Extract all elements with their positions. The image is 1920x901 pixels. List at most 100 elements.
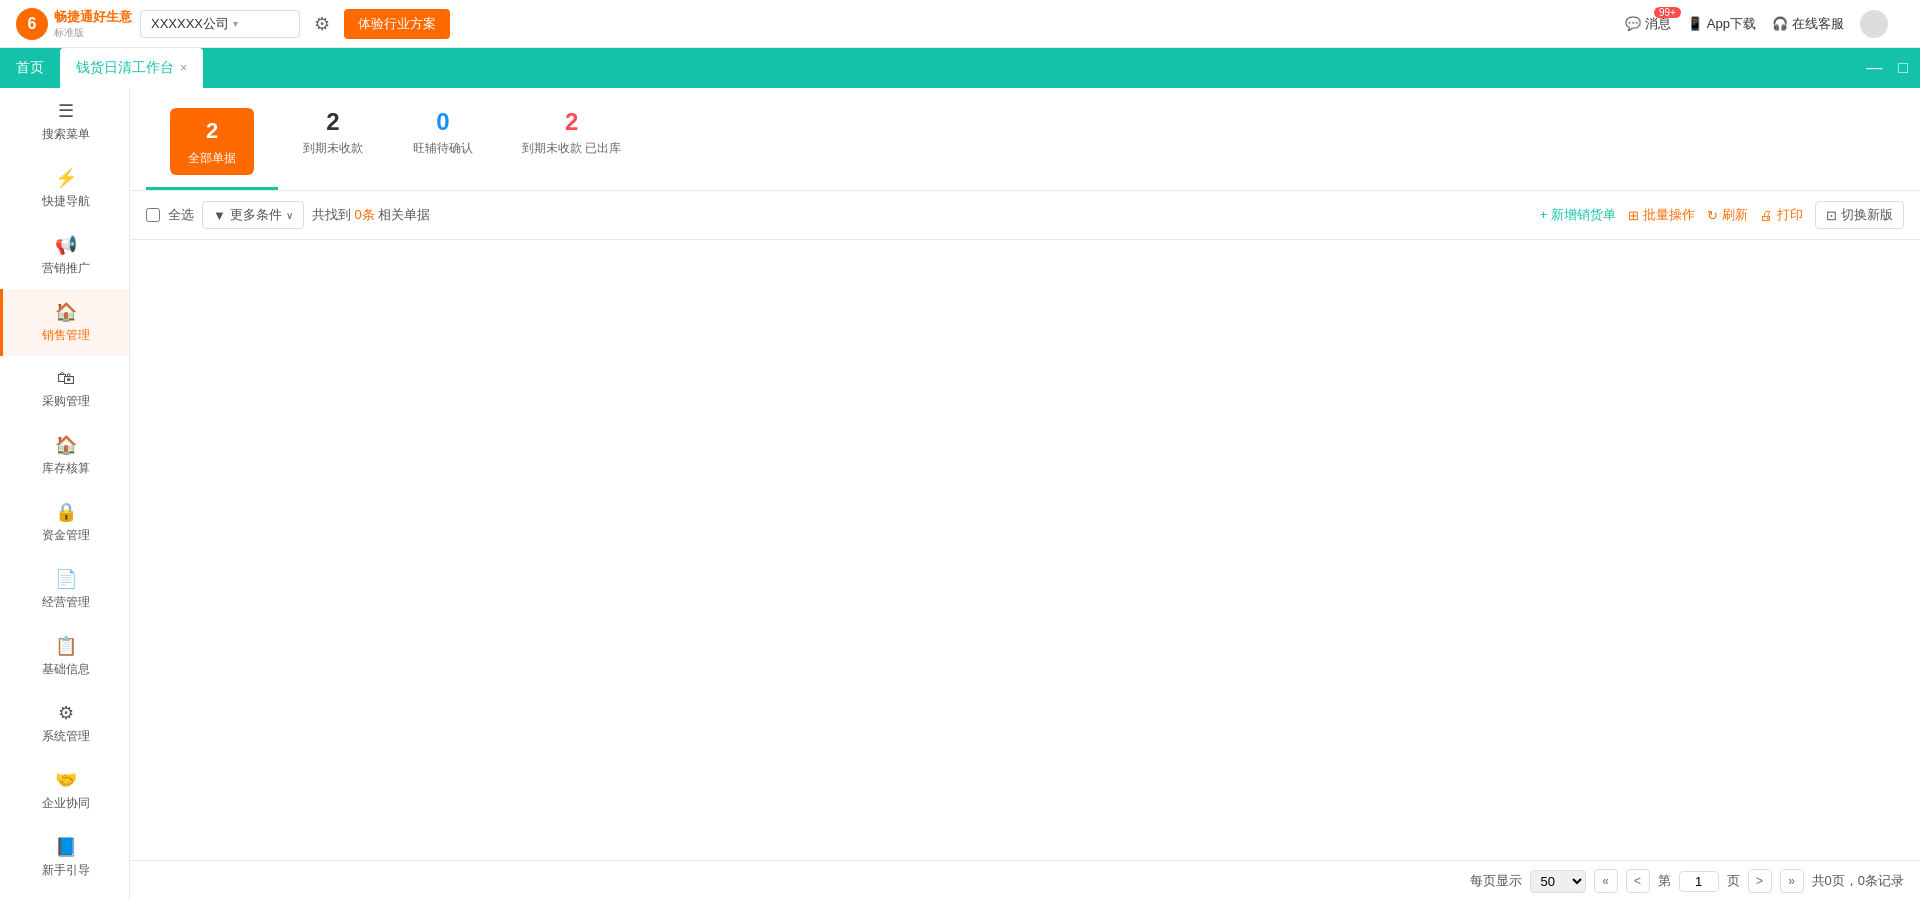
sidebar-label-operations: 经营管理: [42, 594, 90, 611]
filter-icon: ▼: [213, 208, 226, 223]
sidebar-item-sales[interactable]: 🏠 销售管理: [0, 289, 129, 356]
logo-area: 6 畅捷通好生意 标准版: [16, 8, 132, 40]
sidebar-label-capital: 资金管理: [42, 527, 90, 544]
refresh-label: 刷新: [1722, 206, 1748, 224]
sidebar-label-search-menu: 搜索菜单: [42, 126, 90, 143]
sidebar-label-purchase: 采购管理: [42, 393, 90, 410]
basic-info-icon: 📋: [55, 635, 77, 657]
company-dropdown-arrow: ▾: [233, 18, 238, 29]
message-badge: 99+: [1654, 7, 1681, 18]
found-prefix: 共找到: [312, 207, 351, 222]
sidebar-item-operations[interactable]: 📄 经营管理: [0, 556, 129, 623]
content-area: 2 全部单据 2 到期未收款 0 旺辅待确认 2 到期未收款 已出库 全选: [130, 88, 1920, 901]
last-page-btn[interactable]: »: [1780, 869, 1804, 893]
summary-card-overdue-out[interactable]: 2 到期未收款 已出库: [498, 100, 645, 190]
add-sale-btn[interactable]: + 新增销货单: [1540, 206, 1616, 224]
sidebar-item-quick-nav[interactable]: ⚡ 快捷导航: [0, 155, 129, 222]
sidebar-label-quick-nav: 快捷导航: [42, 193, 90, 210]
switch-label: 切换新版: [1841, 206, 1893, 224]
nav-maximize-btn[interactable]: □: [1894, 55, 1912, 81]
online-service[interactable]: 🎧 在线客服: [1772, 15, 1844, 33]
switch-version-btn[interactable]: ⊡ 切换新版: [1815, 201, 1904, 229]
company-selector[interactable]: XXXXXX公司 ▾: [140, 10, 300, 38]
company-name: XXXXXX公司: [151, 15, 229, 33]
next-page-btn[interactable]: >: [1748, 869, 1772, 893]
inventory-icon: 🏠: [55, 434, 77, 456]
switch-icon: ⊡: [1826, 208, 1837, 223]
tab-home[interactable]: 首页: [0, 48, 60, 88]
sidebar-item-purchase[interactable]: 🛍 采购管理: [0, 356, 129, 422]
refresh-btn[interactable]: ↻ 刷新: [1707, 206, 1748, 224]
filter-btn[interactable]: ▼ 更多条件 ∨: [202, 201, 304, 229]
total-info: 共0页，0条记录: [1812, 872, 1904, 890]
select-all-checkbox[interactable]: [146, 208, 160, 222]
prev-page-btn[interactable]: <: [1626, 869, 1650, 893]
message-icon: 💬: [1625, 16, 1641, 31]
sidebar-item-basic-info[interactable]: 📋 基础信息: [0, 623, 129, 690]
cooperation-icon: 🤝: [55, 769, 77, 791]
card-overdue-out-label: 到期未收款 已出库: [522, 140, 621, 157]
guide-icon: 📘: [55, 836, 77, 858]
nav-minimize-btn[interactable]: —: [1862, 55, 1886, 81]
card-all-count: 2: [194, 114, 230, 148]
nav-tabs: 首页 钱货日清工作台 × — □: [0, 48, 1920, 88]
sidebar-item-guide[interactable]: 📘 新手引导: [0, 824, 129, 891]
card-pending-count: 0: [436, 108, 449, 136]
search-menu-icon: ☰: [58, 100, 74, 122]
sales-icon: 🏠: [55, 301, 77, 323]
refresh-icon: ↻: [1707, 208, 1718, 223]
logo-icon: 6: [16, 8, 48, 40]
filter-label: 更多条件: [230, 206, 282, 224]
topbar: 6 畅捷通好生意 标准版 XXXXXX公司 ▾ ⚙ 体验行业方案 💬 消息 99…: [0, 0, 1920, 48]
summary-cards: 2 全部单据 2 到期未收款 0 旺辅待确认 2 到期未收款 已出库: [130, 88, 1920, 191]
topbar-left: 6 畅捷通好生意 标准版 XXXXXX公司 ▾ ⚙ 体验行业方案: [16, 8, 450, 40]
topbar-right: 💬 消息 99+ 📱 App下载 🎧 在线客服: [1625, 10, 1904, 38]
tab-close-icon[interactable]: ×: [180, 61, 187, 75]
sidebar-item-app-center[interactable]: 🛒 应用中心: [0, 891, 129, 901]
card-overdue-out-count: 2: [565, 108, 578, 136]
sidebar-item-inventory[interactable]: 🏠 库存核算: [0, 422, 129, 489]
quick-nav-icon: ⚡: [55, 167, 77, 189]
select-all-label: 全选: [168, 206, 194, 224]
sidebar-item-search-menu[interactable]: ☰ 搜索菜单: [0, 88, 129, 155]
batch-label: 批量操作: [1643, 206, 1695, 224]
summary-card-overdue[interactable]: 2 到期未收款: [278, 100, 388, 190]
summary-card-pending[interactable]: 0 旺辅待确认: [388, 100, 498, 190]
message-notif[interactable]: 💬 消息 99+: [1625, 15, 1671, 33]
page-input[interactable]: [1679, 871, 1719, 892]
app-download[interactable]: 📱 App下载: [1687, 15, 1756, 33]
toolbar-right: + 新增销货单 ⊞ 批量操作 ↻ 刷新 🖨 打印 ⊡ 切换新版: [1540, 201, 1904, 229]
first-page-btn[interactable]: «: [1594, 869, 1618, 893]
di-label: 第: [1658, 872, 1671, 890]
card-all-label: 全部单据: [188, 150, 236, 167]
sidebar-item-marketing[interactable]: 📢 营销推广: [0, 222, 129, 289]
sidebar-label-guide: 新手引导: [42, 862, 90, 879]
tab-active[interactable]: 钱货日清工作台 ×: [60, 48, 203, 88]
sidebar-label-inventory: 库存核算: [42, 460, 90, 477]
service-icon: 🎧: [1772, 16, 1788, 31]
page-size-select[interactable]: 50 10 20 100: [1530, 870, 1586, 893]
sidebar: ☰ 搜索菜单 ⚡ 快捷导航 📢 营销推广 🏠 销售管理 🛍 采购管理 🏠 库存核…: [0, 88, 130, 901]
print-btn[interactable]: 🖨 打印: [1760, 206, 1803, 224]
table-area: [130, 240, 1920, 860]
toolbar: 全选 ▼ 更多条件 ∨ 共找到 0条 相关单据 + 新增销货单 ⊞: [130, 191, 1920, 240]
summary-card-all[interactable]: 2 全部单据: [146, 100, 278, 190]
card-overdue-count: 2: [326, 108, 339, 136]
card-pending-label: 旺辅待确认: [413, 140, 473, 157]
sidebar-label-cooperation: 企业协同: [42, 795, 90, 812]
avatar[interactable]: [1860, 10, 1888, 38]
sidebar-item-capital[interactable]: 🔒 资金管理: [0, 489, 129, 556]
sidebar-item-system[interactable]: ⚙ 系统管理: [0, 690, 129, 757]
add-btn-label: + 新增销货单: [1540, 206, 1616, 224]
sidebar-item-cooperation[interactable]: 🤝 企业协同: [0, 757, 129, 824]
app-icon: 📱: [1687, 16, 1703, 31]
settings-icon[interactable]: ⚙: [308, 10, 336, 38]
print-label: 打印: [1777, 206, 1803, 224]
sidebar-label-sales: 销售管理: [42, 327, 90, 344]
system-icon: ⚙: [58, 702, 74, 724]
experience-btn[interactable]: 体验行业方案: [344, 9, 450, 39]
found-text: 共找到 0条 相关单据: [312, 206, 430, 224]
batch-btn[interactable]: ⊞ 批量操作: [1628, 206, 1695, 224]
page-size-label: 每页显示: [1470, 872, 1522, 890]
marketing-icon: 📢: [55, 234, 77, 256]
